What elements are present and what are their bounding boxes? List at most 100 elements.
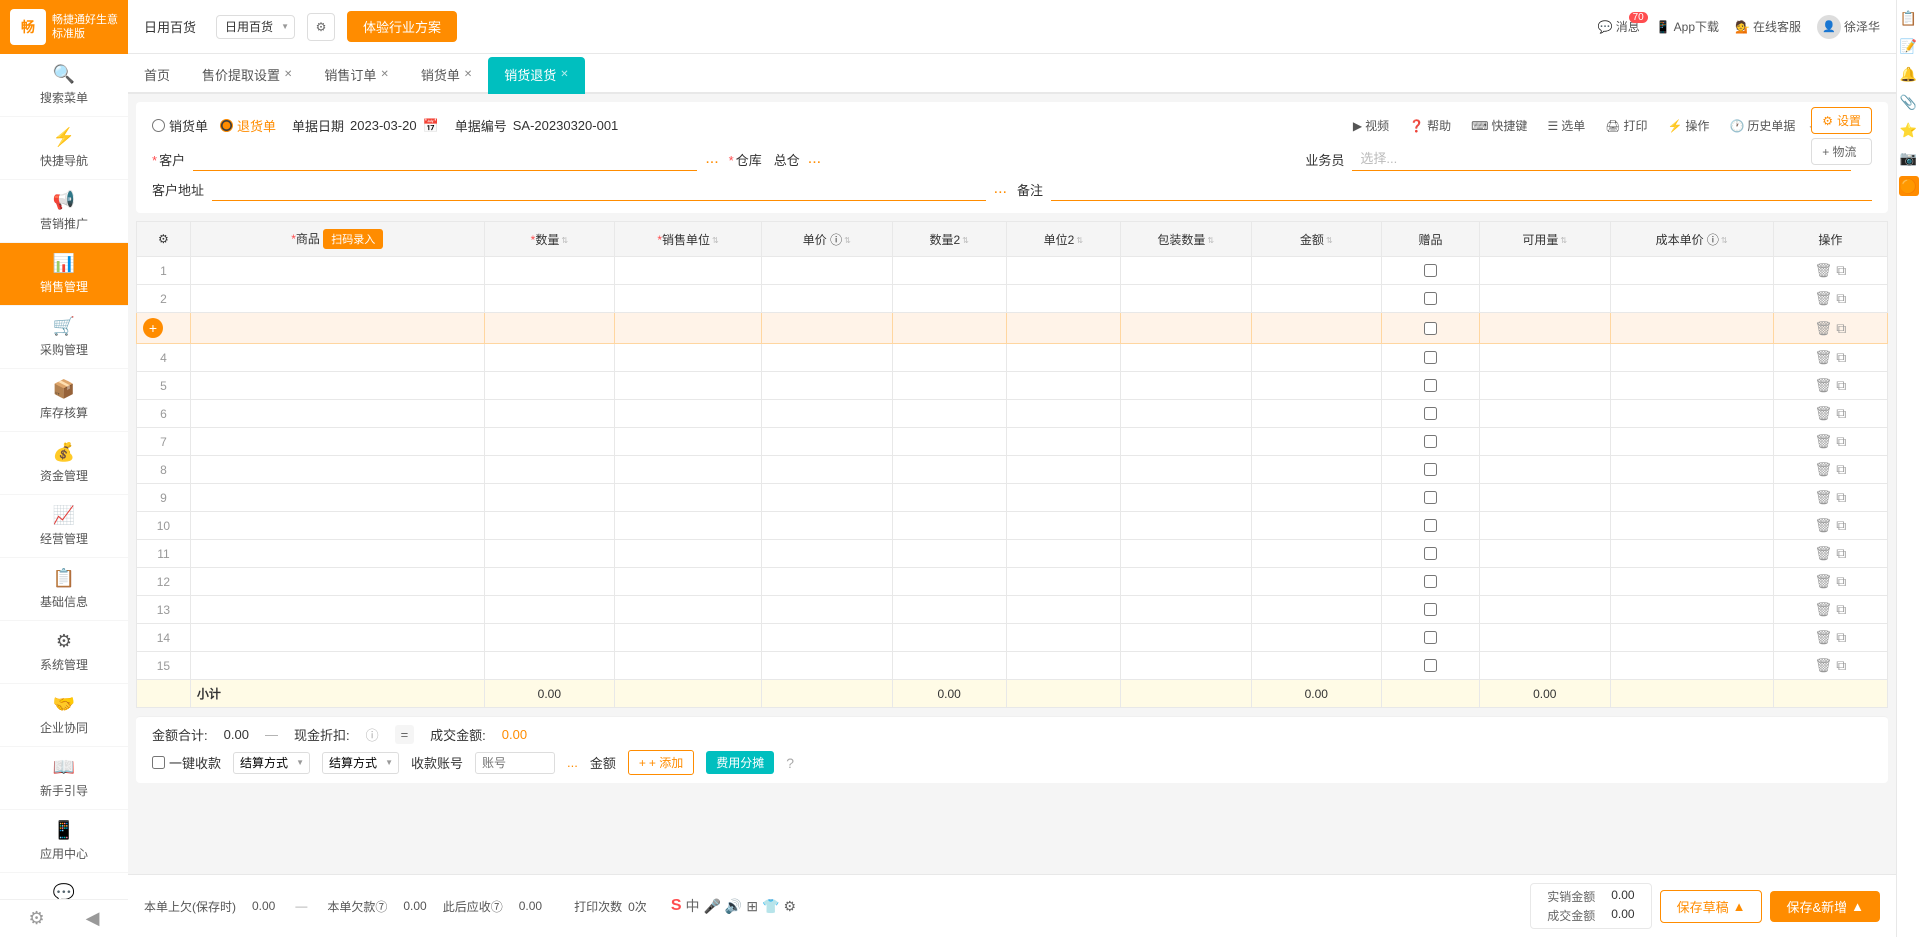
- calc-method-select[interactable]: 结算方式: [322, 752, 399, 774]
- payment-method-select[interactable]: 结算方式: [233, 752, 310, 774]
- delete-icon-3[interactable]: 🗑: [1814, 320, 1832, 337]
- fee-help-icon[interactable]: ?: [786, 755, 794, 771]
- tab-0[interactable]: 首页: [128, 57, 186, 94]
- gift-check-11[interactable]: [1424, 547, 1437, 560]
- history-btn[interactable]: 🕐 历史单据: [1723, 114, 1801, 137]
- operate-btn[interactable]: ⚡ 操作: [1661, 114, 1715, 137]
- delete-icon-4[interactable]: 🗑: [1814, 349, 1832, 366]
- sidebar-item-wechat[interactable]: 💬企业微信: [0, 873, 128, 899]
- tab-4[interactable]: 销货退货✕: [488, 57, 584, 94]
- save-draft-btn[interactable]: 保存草稿 ▲: [1660, 890, 1763, 923]
- sidebar-item-system[interactable]: ⚙系统管理: [0, 621, 128, 684]
- gift-check-1[interactable]: [1424, 264, 1437, 277]
- gift-check-3[interactable]: [1424, 322, 1437, 335]
- online-service-btn[interactable]: 💁 在线客服: [1735, 18, 1801, 35]
- delete-icon-9[interactable]: 🗑: [1814, 489, 1832, 506]
- gift-check-6[interactable]: [1424, 407, 1437, 420]
- tab-close-3[interactable]: ✕: [464, 69, 472, 80]
- help-btn[interactable]: ❓ 帮助: [1403, 114, 1457, 137]
- customer-input[interactable]: [193, 147, 697, 171]
- gift-check-5[interactable]: [1424, 379, 1437, 392]
- copy-icon-7[interactable]: ⧉: [1836, 433, 1846, 450]
- copy-icon-5[interactable]: ⧉: [1836, 377, 1846, 394]
- sidebar-collapse-icon[interactable]: ◀: [86, 908, 100, 929]
- sidebar-item-collab[interactable]: 🤝企业协同: [0, 684, 128, 747]
- copy-icon-14[interactable]: ⧉: [1836, 629, 1846, 646]
- gift-check-7[interactable]: [1424, 435, 1437, 448]
- right-panel-icon-3[interactable]: 🔔: [1899, 64, 1919, 84]
- right-panel-icon-7[interactable]: 🟠: [1899, 176, 1919, 196]
- note-input[interactable]: [1051, 177, 1872, 201]
- delete-icon-2[interactable]: 🗑: [1814, 290, 1832, 307]
- right-panel-icon-5[interactable]: ⭐: [1899, 120, 1919, 140]
- save-new-btn[interactable]: 保存&新增 ▲: [1770, 891, 1880, 922]
- delete-icon-14[interactable]: 🗑: [1814, 629, 1832, 646]
- copy-icon-15[interactable]: ⧉: [1836, 657, 1846, 674]
- copy-icon-13[interactable]: ⧉: [1836, 601, 1846, 618]
- copy-icon-8[interactable]: ⧉: [1836, 461, 1846, 478]
- copy-icon-1[interactable]: ⧉: [1836, 262, 1846, 279]
- gift-check-2[interactable]: [1424, 292, 1437, 305]
- gift-check-14[interactable]: [1424, 631, 1437, 644]
- gift-check-4[interactable]: [1424, 351, 1437, 364]
- right-panel-icon-1[interactable]: 📋: [1899, 8, 1919, 28]
- gift-check-10[interactable]: [1424, 519, 1437, 532]
- address-dots[interactable]: ...: [994, 180, 1007, 198]
- one-key-payment-check[interactable]: 一键收款: [152, 753, 221, 772]
- tab-close-2[interactable]: ✕: [380, 69, 388, 80]
- topbar-settings-btn[interactable]: ⚙: [307, 13, 335, 41]
- delete-icon-7[interactable]: 🗑: [1814, 433, 1832, 450]
- trial-btn[interactable]: 体验行业方案: [347, 11, 457, 42]
- copy-icon-3[interactable]: ⧉: [1836, 320, 1846, 337]
- select-btn[interactable]: ☰ 选单: [1541, 114, 1591, 137]
- delete-icon-5[interactable]: 🗑: [1814, 377, 1832, 394]
- copy-icon-11[interactable]: ⧉: [1836, 545, 1846, 562]
- sidebar-item-purchase[interactable]: 🛒采购管理: [0, 306, 128, 369]
- tab-3[interactable]: 销货单✕: [405, 57, 488, 94]
- scan-btn[interactable]: 扫码录入: [323, 229, 383, 249]
- print-btn[interactable]: 🖨 打印: [1599, 114, 1653, 137]
- app-download-btn[interactable]: 📱 App下载: [1656, 18, 1719, 35]
- sidebar-item-inventory[interactable]: 📦库存核算: [0, 369, 128, 432]
- help-icon-cash[interactable]: ⓘ: [366, 725, 379, 744]
- message-btn[interactable]: 💬 消息 70: [1598, 18, 1640, 35]
- copy-icon-10[interactable]: ⧉: [1836, 517, 1846, 534]
- gift-check-9[interactable]: [1424, 491, 1437, 504]
- sidebar-item-finance[interactable]: 💰资金管理: [0, 432, 128, 495]
- shortcut-btn[interactable]: ⌨ 快捷键: [1465, 114, 1533, 137]
- product-input-3[interactable]: [197, 321, 478, 335]
- right-panel-icon-4[interactable]: 📎: [1899, 92, 1919, 112]
- copy-icon-2[interactable]: ⧉: [1836, 290, 1846, 307]
- tab-1[interactable]: 售价提取设置✕: [186, 57, 308, 94]
- sidebar-item-app-center[interactable]: 📱应用中心: [0, 810, 128, 873]
- delete-icon-12[interactable]: 🗑: [1814, 573, 1832, 590]
- toolbar-icon5[interactable]: 👕: [762, 898, 779, 915]
- address-input[interactable]: [212, 177, 986, 201]
- add-payment-btn[interactable]: + + 添加: [628, 750, 694, 775]
- toolbar-icon3[interactable]: 🔊: [725, 898, 742, 915]
- customer-dots[interactable]: ...: [705, 150, 718, 168]
- delete-icon-6[interactable]: 🗑: [1814, 405, 1832, 422]
- sidebar-item-sales[interactable]: 📊销售管理: [0, 243, 128, 306]
- sidebar-item-quick-nav[interactable]: ⚡快捷导航: [0, 117, 128, 180]
- sidebar-item-business[interactable]: 📈经营管理: [0, 495, 128, 558]
- col-settings[interactable]: ⚙: [137, 222, 191, 257]
- sidebar-item-guide[interactable]: 📖新手引导: [0, 747, 128, 810]
- fee-split-btn[interactable]: 费用分摊: [706, 751, 774, 774]
- staff-input[interactable]: [1352, 147, 1850, 171]
- copy-icon-9[interactable]: ⧉: [1836, 489, 1846, 506]
- radio-sales[interactable]: 销货单: [152, 116, 208, 135]
- tab-close-1[interactable]: ✕: [284, 69, 292, 80]
- copy-icon-4[interactable]: ⧉: [1836, 349, 1846, 366]
- right-panel-icon-6[interactable]: 📷: [1899, 148, 1919, 168]
- toolbar-icon2[interactable]: 🎤: [703, 898, 720, 915]
- delete-icon-15[interactable]: 🗑: [1814, 657, 1832, 674]
- gift-check-15[interactable]: [1424, 659, 1437, 672]
- sidebar-item-search[interactable]: 🔍搜索菜单: [0, 54, 128, 117]
- account-dots[interactable]: ...: [567, 755, 578, 770]
- warehouse-dots[interactable]: ...: [808, 150, 821, 168]
- sidebar-item-marketing[interactable]: 📢营销推广: [0, 180, 128, 243]
- video-btn[interactable]: ▶ 视频: [1347, 114, 1395, 137]
- tab-close-4[interactable]: ✕: [560, 69, 568, 80]
- copy-icon-6[interactable]: ⧉: [1836, 405, 1846, 422]
